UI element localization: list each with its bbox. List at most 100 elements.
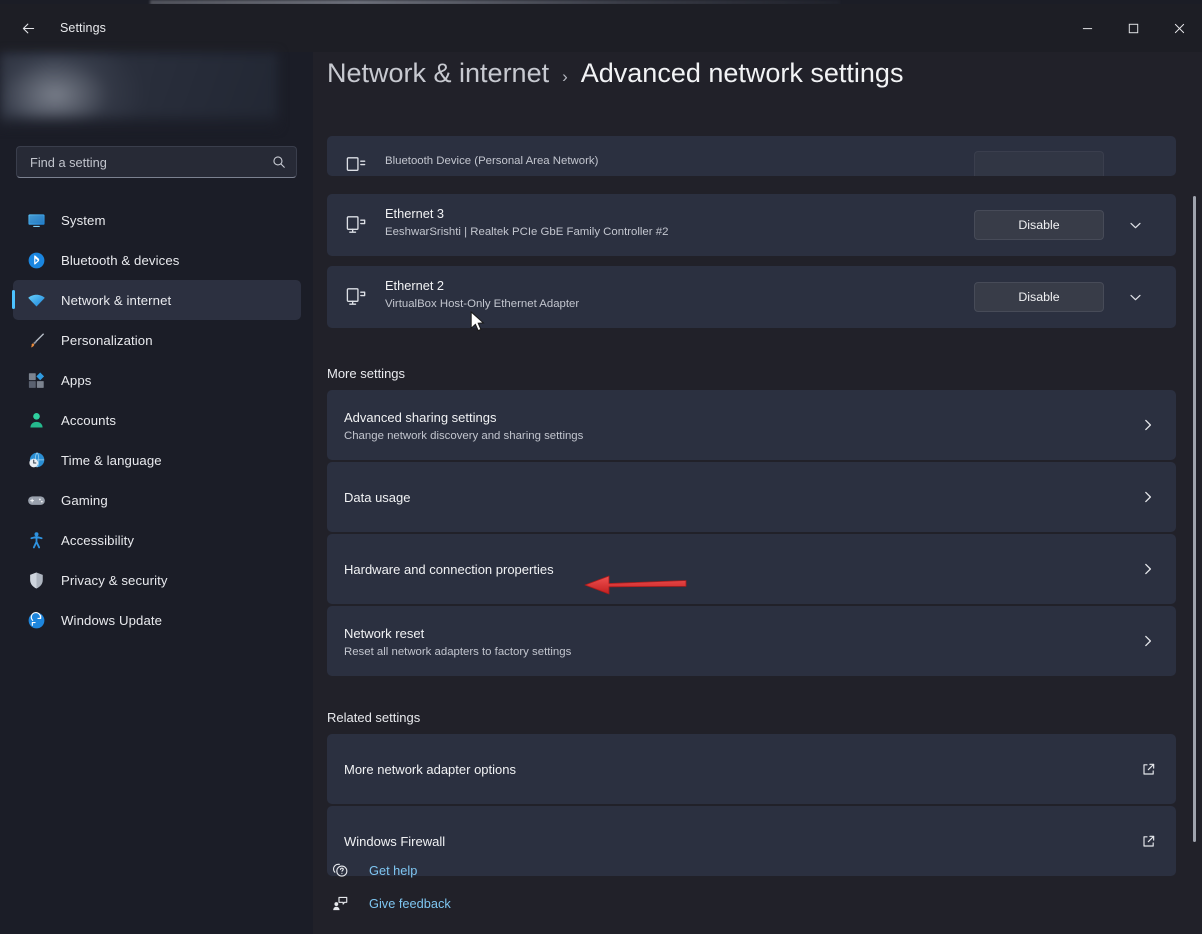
row-subtitle: Reset all network adapters to factory se… [344, 646, 571, 658]
shield-icon [25, 569, 47, 591]
more-settings-row-network-reset[interactable]: Network reset Reset all network adapters… [327, 606, 1176, 676]
sidebar-item-apps[interactable]: Apps [13, 360, 301, 400]
content-pane: Bluetooth Device (Personal Area Network)… [313, 52, 1202, 934]
chevron-down-icon[interactable] [1122, 284, 1148, 310]
ethernet-adapter-icon [345, 213, 369, 237]
adapter-name: Ethernet 3 [385, 206, 444, 221]
sidebar-item-gaming[interactable]: Gaming [13, 480, 301, 520]
sidebar-item-windows-update[interactable]: Windows Update [13, 600, 301, 640]
sidebar-nav-list: System Bluetooth & devices [13, 200, 301, 640]
breadcrumb-parent-link[interactable]: Network & internet [327, 58, 549, 89]
related-settings-row[interactable]: More network adapter options [327, 734, 1176, 804]
clock-globe-icon [25, 449, 47, 471]
window-controls [1064, 4, 1202, 52]
sidebar-item-label: Accessibility [61, 533, 134, 548]
maximize-icon [1128, 23, 1139, 34]
sidebar: System Bluetooth & devices [0, 52, 313, 934]
sidebar-item-personalization[interactable]: Personalization [13, 320, 301, 360]
sidebar-item-label: Time & language [61, 453, 162, 468]
sidebar-item-privacy-security[interactable]: Privacy & security [13, 560, 301, 600]
maximize-button[interactable] [1110, 4, 1156, 52]
sidebar-item-label: Network & internet [61, 293, 171, 308]
settings-scroll-area: Bluetooth Device (Personal Area Network)… [313, 52, 1202, 934]
chevron-right-icon [1134, 411, 1162, 439]
back-button[interactable] [8, 11, 48, 45]
adapter-description: EeshwarSrishti | Realtek PCIe GbE Family… [385, 226, 668, 238]
adapter-row[interactable]: Ethernet 3 EeshwarSrishti | Realtek PCIe… [327, 194, 1176, 256]
ethernet-adapter-icon [345, 285, 369, 309]
chevron-right-icon [1134, 627, 1162, 655]
external-link-icon [1136, 757, 1160, 781]
desktop-background: Settings [0, 0, 1202, 934]
chevron-right-icon [1134, 483, 1162, 511]
row-title: More network adapter options [344, 762, 516, 777]
app-title: Settings [60, 21, 106, 35]
sidebar-item-label: Windows Update [61, 613, 162, 628]
row-subtitle: Change network discovery and sharing set… [344, 430, 583, 442]
link-label: Get help [369, 863, 417, 878]
breadcrumb-separator-icon: › [562, 67, 568, 87]
sidebar-item-time-language[interactable]: Time & language [13, 440, 301, 480]
more-settings-row[interactable]: Data usage [327, 462, 1176, 532]
sidebar-item-label: Bluetooth & devices [61, 253, 179, 268]
adapter-row[interactable]: Ethernet 2 VirtualBox Host-Only Ethernet… [327, 266, 1176, 328]
adapter-row-partial[interactable]: Bluetooth Device (Personal Area Network) [327, 136, 1176, 176]
adapter-partial-label: Bluetooth Device (Personal Area Network) [385, 155, 598, 167]
sidebar-item-label: Accounts [61, 413, 116, 428]
mouse-cursor [470, 311, 486, 333]
related-settings-heading: Related settings [327, 710, 420, 725]
user-profile-blurred[interactable] [0, 53, 278, 127]
search-input[interactable] [17, 155, 262, 170]
sidebar-item-accessibility[interactable]: Accessibility [13, 520, 301, 560]
sidebar-item-label: Personalization [61, 333, 153, 348]
back-arrow-icon [20, 20, 37, 37]
adapter-disable-button[interactable]: Disable [974, 210, 1104, 240]
monitor-icon [25, 209, 47, 231]
paintbrush-icon [25, 329, 47, 351]
apps-grid-icon [25, 369, 47, 391]
sidebar-item-network-internet[interactable]: Network & internet [13, 280, 301, 320]
minimize-icon [1082, 23, 1093, 34]
accessibility-person-icon [25, 529, 47, 551]
title-bar: Settings [0, 4, 1202, 52]
annotation-arrow-icon [583, 572, 687, 598]
bluetooth-icon [25, 249, 47, 271]
adapter-description: VirtualBox Host-Only Ethernet Adapter [385, 298, 579, 310]
adapter-name: Ethernet 2 [385, 278, 444, 293]
update-refresh-icon [25, 609, 47, 631]
sidebar-item-accounts[interactable]: Accounts [13, 400, 301, 440]
scrollbar-thumb[interactable] [1193, 196, 1196, 842]
more-settings-row[interactable]: Advanced sharing settings Change network… [327, 390, 1176, 460]
minimize-button[interactable] [1064, 4, 1110, 52]
close-button[interactable] [1156, 4, 1202, 52]
search-icon [262, 155, 296, 169]
give-feedback-link[interactable]: Give feedback [327, 890, 451, 916]
row-title: Network reset [344, 626, 424, 641]
close-icon [1174, 23, 1185, 34]
chevron-right-icon [1134, 555, 1162, 583]
sidebar-item-system[interactable]: System [13, 200, 301, 240]
row-title: Windows Firewall [344, 834, 445, 849]
row-title: Hardware and connection properties [344, 562, 554, 577]
more-settings-row[interactable]: Hardware and connection properties [327, 534, 1176, 604]
page-title: Advanced network settings [581, 58, 904, 89]
sidebar-item-label: Gaming [61, 493, 108, 508]
get-help-link[interactable]: Get help [327, 857, 417, 883]
more-settings-heading: More settings [327, 366, 405, 381]
ethernet-adapter-icon [345, 154, 369, 176]
adapter-partial-action[interactable] [974, 151, 1104, 176]
chevron-down-icon[interactable] [1122, 212, 1148, 238]
gamepad-icon [25, 489, 47, 511]
row-title: Data usage [344, 490, 411, 505]
breadcrumb: Network & internet › Advanced network se… [327, 58, 903, 89]
related-settings-row[interactable]: Windows Firewall [327, 806, 1176, 876]
feedback-person-icon [327, 895, 353, 912]
vertical-scrollbar[interactable] [1187, 56, 1200, 930]
search-box[interactable] [16, 146, 297, 178]
adapter-disable-button[interactable]: Disable [974, 282, 1104, 312]
help-question-icon [327, 862, 353, 879]
row-title: Advanced sharing settings [344, 410, 496, 425]
sidebar-item-bluetooth-devices[interactable]: Bluetooth & devices [13, 240, 301, 280]
settings-window: Settings [0, 4, 1202, 934]
person-icon [25, 409, 47, 431]
